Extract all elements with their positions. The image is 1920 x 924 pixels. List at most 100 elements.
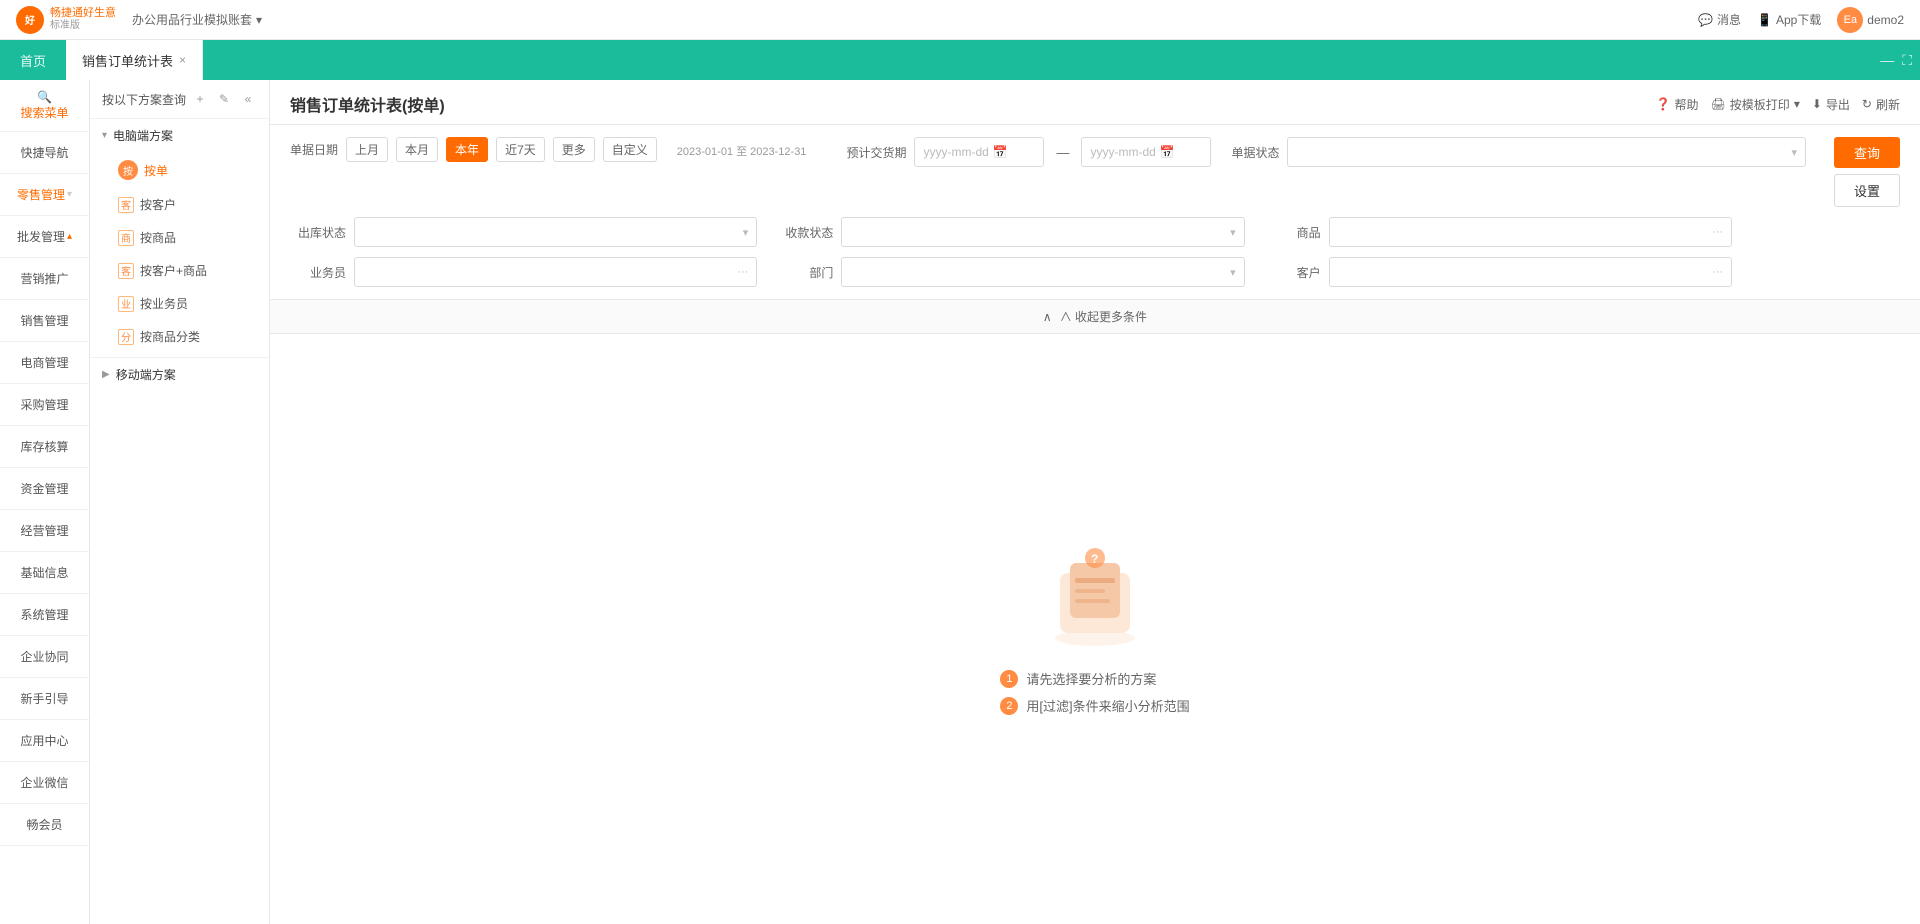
setting-button[interactable]: 设置 bbox=[1834, 174, 1900, 207]
tip-num-2: 2 bbox=[1000, 697, 1018, 715]
print-btn[interactable]: 🖨 按模板打印 ▾ bbox=[1711, 96, 1800, 113]
export-btn[interactable]: ⬇ 导出 bbox=[1812, 96, 1850, 113]
tab-maximize-icon[interactable]: ⛶ bbox=[1902, 52, 1912, 69]
download-icon: 📱 bbox=[1757, 13, 1772, 27]
filter-row-1: 单据日期 上月 本月 本年 近7天 更多 自定义 2023-01-01 至 20… bbox=[290, 137, 1900, 207]
status-select[interactable]: ▾ bbox=[1287, 137, 1806, 167]
sidebar-item-ecommerce[interactable]: 电商管理 bbox=[0, 342, 89, 384]
scheme-icon-by-order: 按 bbox=[118, 160, 138, 180]
page-actions: ❓ 帮助 🖨 按模板打印 ▾ ⬇ 导出 ↻ 刷新 bbox=[1656, 96, 1900, 113]
sidebar-item-enterprise[interactable]: 企业协同 bbox=[0, 636, 89, 678]
out-status-select[interactable]: ▾ bbox=[354, 217, 757, 247]
scheme-icon-by-salesman: 业 bbox=[118, 296, 134, 312]
message-btn[interactable]: 💬 消息 bbox=[1698, 11, 1741, 28]
sidebar-item-wechat[interactable]: 企业微信 bbox=[0, 762, 89, 804]
out-status-arrow: ▾ bbox=[743, 226, 749, 239]
collapse-panel-icon[interactable]: « bbox=[239, 90, 257, 108]
department-select[interactable]: ▾ bbox=[841, 257, 1244, 287]
customer-label: 客户 bbox=[1265, 264, 1321, 281]
salesman-ellipsis: ··· bbox=[737, 266, 748, 278]
sidebar-item-finance[interactable]: 资金管理 bbox=[0, 468, 89, 510]
sidebar-item-purchase[interactable]: 采购管理 bbox=[0, 384, 89, 426]
mobile-group-header[interactable]: ▶ 移动端方案 bbox=[90, 357, 269, 391]
tab-active[interactable]: 销售订单统计表 × bbox=[66, 40, 203, 80]
sidebar-item-appstore[interactable]: 应用中心 bbox=[0, 720, 89, 762]
expected-date-group: 预计交货期 yyyy-mm-dd 📅 — yyyy-mm-dd 📅 bbox=[846, 137, 1211, 167]
empty-tips: 1 请先选择要分析的方案 2 用[过滤]条件来缩小分析范围 bbox=[1000, 669, 1189, 715]
filter-row-3: 业务员 ··· 部门 ▾ 客户 ··· bbox=[290, 257, 1900, 287]
expected-date-label: 预计交货期 bbox=[846, 144, 906, 161]
scheme-icon-by-category: 分 bbox=[118, 329, 134, 345]
empty-state: ? 1 请先选择要分析的方案 2 用[过滤]条件来缩小分析范围 bbox=[270, 334, 1920, 924]
refresh-icon: ↻ bbox=[1862, 97, 1872, 111]
sidebar-item-marketing[interactable]: 营销推广 bbox=[0, 258, 89, 300]
sidebar-item-inventory[interactable]: 库存核算 bbox=[0, 426, 89, 468]
tab-home[interactable]: 首页 bbox=[0, 40, 66, 80]
sidebar-shortcuts[interactable]: 快捷导航 bbox=[0, 132, 89, 174]
scheme-by-order[interactable]: 按 按单 bbox=[90, 152, 269, 188]
date-btn-last-month[interactable]: 上月 bbox=[346, 137, 388, 162]
pc-group-arrow: ▾ bbox=[102, 130, 107, 141]
customer-select[interactable]: ··· bbox=[1329, 257, 1732, 287]
date-btn-this-month[interactable]: 本月 bbox=[396, 137, 438, 162]
empty-illustration: ? bbox=[1035, 543, 1155, 653]
page-header: 销售订单统计表(按单) ❓ 帮助 🖨 按模板打印 ▾ ⬇ 导出 bbox=[270, 80, 1920, 125]
expected-date-start[interactable]: yyyy-mm-dd 📅 bbox=[914, 137, 1044, 167]
status-label: 单据状态 bbox=[1231, 144, 1279, 161]
sidebar-item-sales[interactable]: 销售管理 bbox=[0, 300, 89, 342]
department-group: 部门 ▾ bbox=[777, 257, 1244, 287]
tab-close-icon[interactable]: × bbox=[179, 53, 186, 67]
department-label: 部门 bbox=[777, 264, 833, 281]
tab-controls: — ⛶ bbox=[1872, 40, 1920, 80]
avatar: Ea bbox=[1837, 7, 1863, 33]
customer-group: 客户 ··· bbox=[1265, 257, 1732, 287]
content-area: 按以下方案查询 + ✎ « ▾ 电脑端方案 按 按单 bbox=[90, 80, 1920, 924]
refresh-btn[interactable]: ↻ 刷新 bbox=[1862, 96, 1900, 113]
add-scheme-icon[interactable]: + bbox=[191, 90, 209, 108]
sidebar-item-wholesale[interactable]: 批发管理 ▴ bbox=[0, 216, 89, 258]
query-actions: 查询 设置 bbox=[1834, 137, 1900, 207]
logo-text: 畅捷通好生意 标准版 bbox=[50, 7, 116, 32]
sidebar-item-newbie[interactable]: 新手引导 bbox=[0, 678, 89, 720]
tab-bar: 首页 销售订单统计表 × — ⛶ bbox=[0, 40, 1920, 80]
user-menu[interactable]: Ea demo2 bbox=[1837, 7, 1904, 33]
date-label: 单据日期 bbox=[290, 141, 338, 158]
tab-minimize-icon[interactable]: — bbox=[1880, 52, 1894, 68]
print-dropdown-icon[interactable]: ▾ bbox=[1794, 97, 1800, 111]
tab-spacer bbox=[203, 40, 1872, 80]
query-button[interactable]: 查询 bbox=[1834, 137, 1900, 168]
sidebar-item-operations[interactable]: 经营管理 bbox=[0, 510, 89, 552]
mobile-group-arrow: ▶ bbox=[102, 369, 110, 380]
goods-select[interactable]: ··· bbox=[1329, 217, 1732, 247]
sidebar-search[interactable]: 🔍 搜索菜单 bbox=[0, 80, 89, 132]
salesman-select[interactable]: ··· bbox=[354, 257, 757, 287]
edit-scheme-icon[interactable]: ✎ bbox=[215, 90, 233, 108]
logo-area: 好 畅捷通好生意 标准版 bbox=[16, 6, 116, 34]
scheme-by-goods[interactable]: 商 按商品 bbox=[90, 221, 269, 254]
scheme-by-customer-goods[interactable]: 客 按客户+商品 bbox=[90, 254, 269, 287]
sidebar-item-member[interactable]: 畅会员 bbox=[0, 804, 89, 846]
scheme-by-salesman[interactable]: 业 按业务员 bbox=[90, 287, 269, 320]
sidebar-item-basic[interactable]: 基础信息 bbox=[0, 552, 89, 594]
date-btn-last7[interactable]: 近7天 bbox=[496, 137, 545, 162]
scheme-icon-by-customer: 客 bbox=[118, 197, 134, 213]
scheme-by-customer[interactable]: 客 按客户 bbox=[90, 188, 269, 221]
date-btn-custom[interactable]: 自定义 bbox=[603, 137, 657, 162]
message-icon: 💬 bbox=[1698, 13, 1713, 27]
sidebar-item-retail[interactable]: 零售管理 ▾ bbox=[0, 174, 89, 216]
help-btn[interactable]: ❓ 帮助 bbox=[1656, 96, 1699, 113]
expected-date-end[interactable]: yyyy-mm-dd 📅 bbox=[1081, 137, 1211, 167]
app-selector[interactable]: 办公用品行业模拟账套 ▾ bbox=[124, 11, 270, 28]
date-btn-this-year[interactable]: 本年 bbox=[446, 137, 488, 162]
left-panel: 按以下方案查询 + ✎ « ▾ 电脑端方案 按 按单 bbox=[90, 80, 270, 924]
sidebar-item-system[interactable]: 系统管理 bbox=[0, 594, 89, 636]
top-bar-right: 💬 消息 📱 App下载 Ea demo2 bbox=[1698, 7, 1904, 33]
app-download-btn[interactable]: 📱 App下载 bbox=[1757, 11, 1821, 28]
collapse-bar[interactable]: ∧ ∧ 收起更多条件 bbox=[270, 300, 1920, 334]
payment-status-select[interactable]: ▾ bbox=[841, 217, 1244, 247]
date-btn-more[interactable]: 更多 bbox=[553, 137, 595, 162]
pc-group-header[interactable]: ▾ 电脑端方案 bbox=[90, 119, 269, 152]
scheme-icon-by-goods: 商 bbox=[118, 230, 134, 246]
left-panel-header: 按以下方案查询 + ✎ « bbox=[90, 80, 269, 119]
scheme-by-category[interactable]: 分 按商品分类 bbox=[90, 320, 269, 353]
